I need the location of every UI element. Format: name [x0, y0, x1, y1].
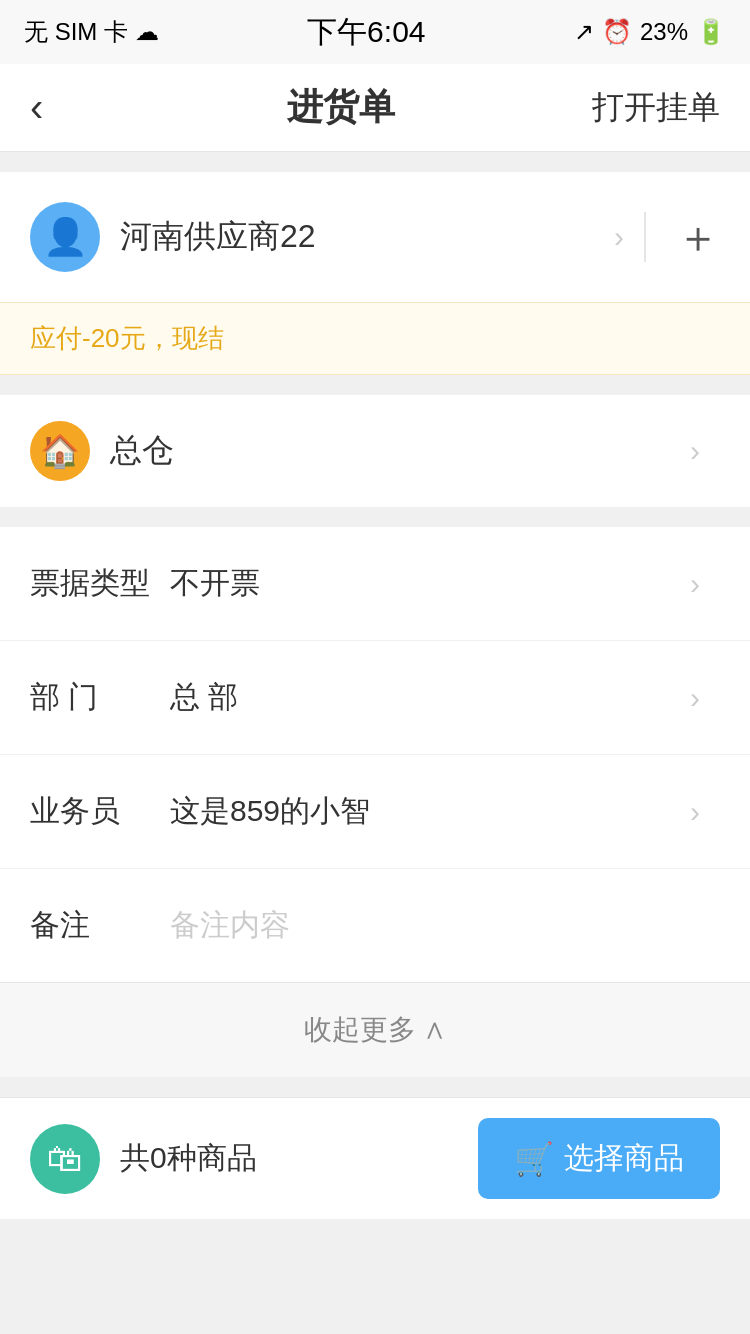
- section-divider-1: [0, 152, 750, 172]
- remark-label: 备注: [30, 905, 170, 946]
- select-product-icon: 🛒: [514, 1140, 554, 1178]
- select-product-button[interactable]: 🛒 选择商品: [478, 1118, 720, 1199]
- battery-icon: 🔋: [696, 18, 726, 46]
- salesperson-value: 这是859的小智: [170, 791, 690, 832]
- shopping-bag-icon: 🛍: [47, 1138, 83, 1180]
- supplier-name: 河南供应商22: [120, 215, 614, 259]
- status-time: 下午6:04: [307, 12, 425, 53]
- invoice-type-label: 票据类型: [30, 563, 170, 604]
- bottom-bar: 🛍 共0种商品 🛒 选择商品: [0, 1097, 750, 1219]
- back-button[interactable]: ‹: [30, 85, 90, 130]
- location-icon: ↗: [574, 18, 594, 46]
- page-background: [0, 1219, 750, 1334]
- form-section: 票据类型 不开票 › 部 门 总 部 › 业务员 这是859的小智 › 备注 备…: [0, 527, 750, 982]
- department-label: 部 门: [30, 677, 170, 718]
- cart-icon-wrap: 🛍: [30, 1124, 100, 1194]
- department-value: 总 部: [170, 677, 690, 718]
- open-pending-button[interactable]: 打开挂单: [592, 86, 720, 130]
- department-row[interactable]: 部 门 总 部 ›: [0, 641, 750, 755]
- person-icon: 👤: [43, 216, 88, 258]
- invoice-type-row[interactable]: 票据类型 不开票 ›: [0, 527, 750, 641]
- remark-row[interactable]: 备注 备注内容: [0, 869, 750, 982]
- warehouse-chevron-icon: ›: [690, 434, 700, 468]
- warehouse-row[interactable]: 🏠 总仓 ›: [0, 395, 750, 507]
- notice-bar: 应付-20元，现结: [0, 302, 750, 375]
- warehouse-icon: 🏠: [40, 432, 80, 470]
- warehouse-icon-wrap: 🏠: [30, 421, 90, 481]
- remark-input[interactable]: 备注内容: [170, 905, 720, 946]
- supplier-section: 👤 河南供应商22 › ＋ 应付-20元，现结: [0, 172, 750, 375]
- warehouse-section: 🏠 总仓 ›: [0, 395, 750, 507]
- vertical-divider: [644, 212, 646, 262]
- warehouse-name: 总仓: [110, 429, 690, 473]
- salesperson-label: 业务员: [30, 791, 170, 832]
- supplier-avatar: 👤: [30, 202, 100, 272]
- battery-text: 23%: [640, 18, 688, 46]
- alarm-icon: ⏰: [602, 18, 632, 46]
- chevron-right-icon: ›: [614, 220, 624, 254]
- department-chevron-icon: ›: [690, 681, 700, 715]
- page-title: 进货单: [287, 83, 395, 132]
- status-right: ↗ ⏰ 23% 🔋: [574, 18, 726, 46]
- invoice-type-chevron-icon: ›: [690, 567, 700, 601]
- add-supplier-button[interactable]: ＋: [676, 215, 720, 259]
- select-product-label: 选择商品: [564, 1138, 684, 1179]
- nav-bar: ‹ 进货单 打开挂单: [0, 64, 750, 152]
- status-left: 无 SIM 卡 ☁: [24, 16, 159, 48]
- status-bar: 无 SIM 卡 ☁ 下午6:04 ↗ ⏰ 23% 🔋: [0, 0, 750, 64]
- product-count-text: 共0种商品: [120, 1138, 478, 1179]
- invoice-type-value: 不开票: [170, 563, 690, 604]
- salesperson-chevron-icon: ›: [690, 795, 700, 829]
- salesperson-row[interactable]: 业务员 这是859的小智 ›: [0, 755, 750, 869]
- signal-text: 无 SIM 卡 ☁: [24, 16, 159, 48]
- supplier-row[interactable]: 👤 河南供应商22 › ＋: [0, 172, 750, 302]
- collapse-button[interactable]: 收起更多 ∧: [0, 982, 750, 1077]
